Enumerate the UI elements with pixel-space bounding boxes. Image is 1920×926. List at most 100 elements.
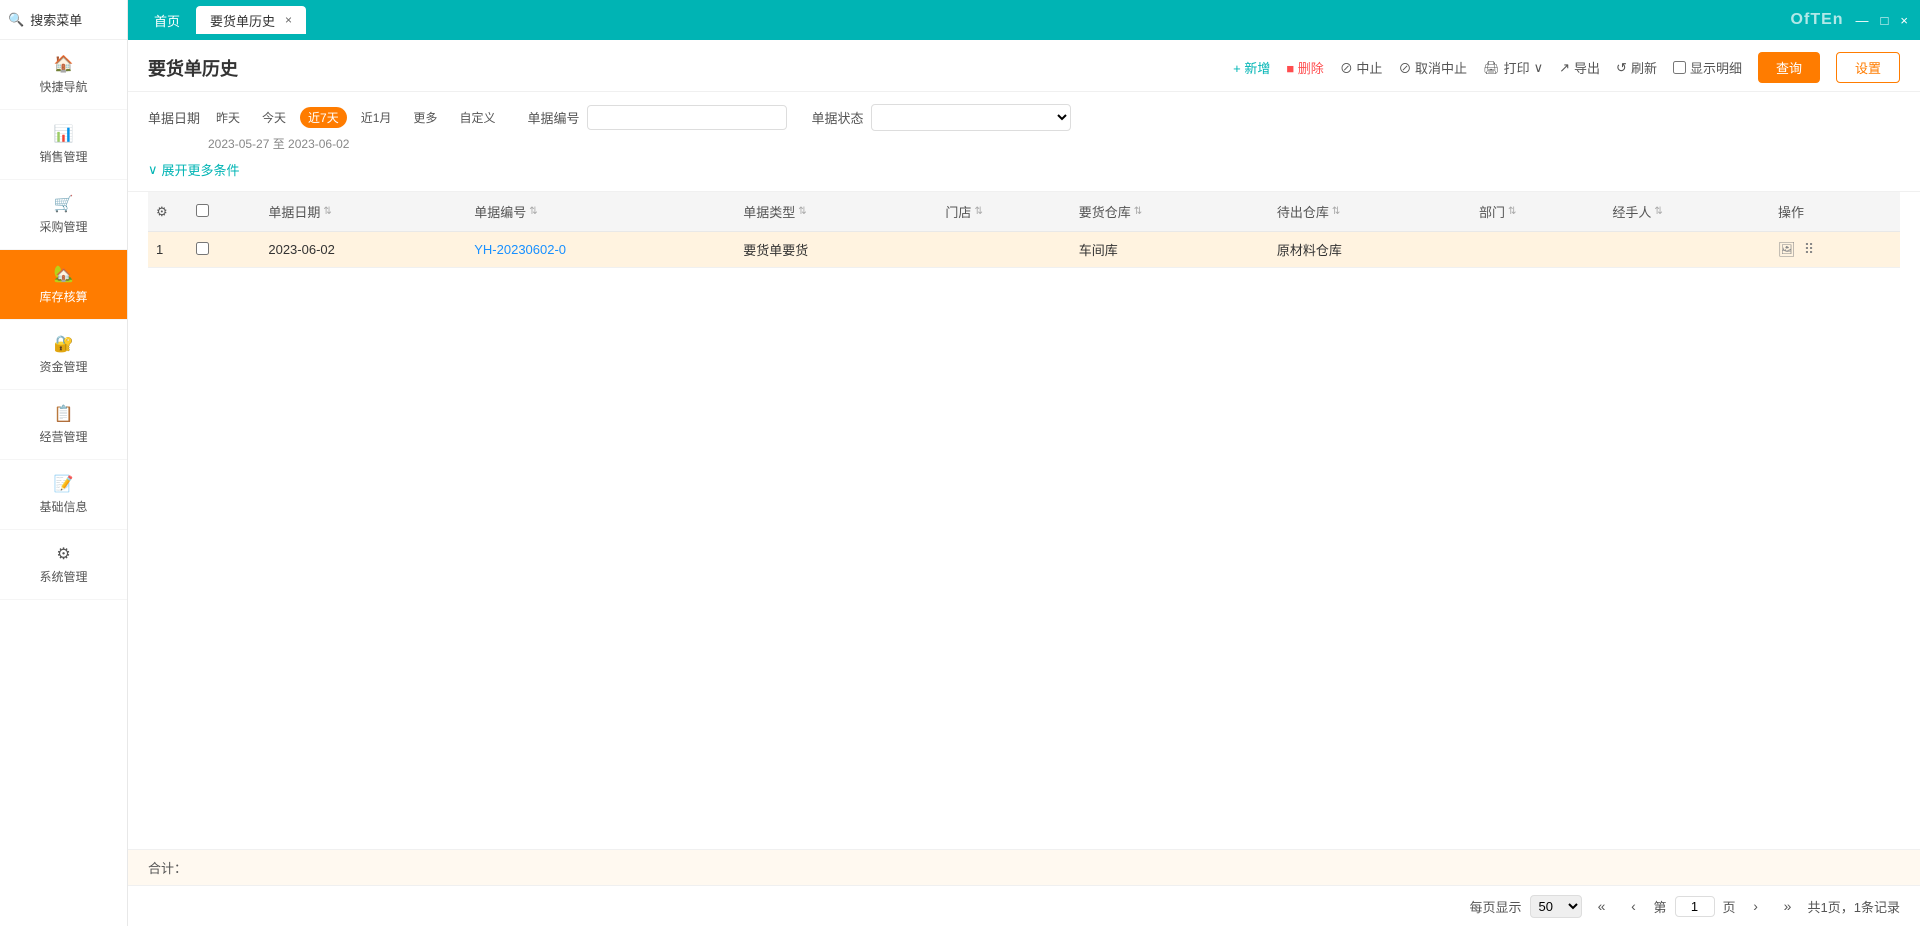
data-table: ⚙ 单据日期⇅ 单据编号⇅ 单据类型⇅ 门店⇅ [148, 192, 1900, 268]
content-area: 要货单历史 + 新增 ■ 删除 ⊘ 中止 ⊘ 取消中止 🖨 打印 ∨ ↗ 导出 … [128, 40, 1920, 926]
sidebar-item-label: 销售管理 [39, 148, 87, 165]
order-no-link[interactable]: YH-20230602-0 [474, 242, 566, 257]
print-label: 打印 [1504, 58, 1530, 77]
filter-row: 单据日期 昨天 今天 近7天 近1月 更多 自定义 单据编号 单据状态 [148, 104, 1900, 131]
date-filter-label: 单据日期 [148, 108, 200, 127]
page-header: 要货单历史 + 新增 ■ 删除 ⊘ 中止 ⊘ 取消中止 🖨 打印 ∨ ↗ 导出 … [128, 40, 1920, 92]
sidebar-search[interactable]: 🔍 搜索菜单 [0, 0, 127, 40]
th-handler[interactable]: 经手人⇅ [1604, 192, 1770, 232]
cancel-stop-button[interactable]: ⊘ 取消中止 [1398, 58, 1467, 77]
table-body: 1 2023-06-02 YH-20230602-0 要货单要货 车间库 原材料… [148, 232, 1900, 268]
th-dept[interactable]: 部门⇅ [1471, 192, 1604, 232]
expand-more-btn[interactable]: ∨ 展开更多条件 [148, 160, 1900, 179]
chart-icon: 📊 [54, 124, 74, 144]
topbar-right: OfTEn — □ × [1791, 11, 1908, 29]
gear-icon: ⚙ [54, 544, 74, 564]
row-checkbox[interactable] [196, 242, 209, 255]
th-type[interactable]: 单据类型⇅ [735, 192, 937, 232]
th-action: 操作 [1770, 192, 1900, 232]
table-container: ⚙ 单据日期⇅ 单据编号⇅ 单据类型⇅ 门店⇅ [128, 192, 1920, 849]
brand-label: OfTEn [1791, 11, 1844, 29]
sidebar-item-label: 基础信息 [39, 498, 87, 515]
stop-button[interactable]: ⊘ 中止 [1340, 58, 1383, 77]
page-size-select[interactable]: 10 20 50 100 [1530, 895, 1582, 918]
display-detail-checkbox[interactable] [1673, 61, 1686, 74]
cell-pending-warehouse: 原材料仓库 [1269, 232, 1471, 268]
cell-type: 要货单要货 [735, 232, 937, 268]
sidebar-item-inventory[interactable]: 🏡 库存核算 [0, 250, 127, 320]
sidebar-item-operations[interactable]: 📋 经营管理 [0, 390, 127, 460]
date-btn-1month[interactable]: 近1月 [353, 107, 400, 128]
lock-icon: 🔐 [54, 334, 74, 354]
add-button[interactable]: + 新增 [1233, 58, 1270, 77]
window-close-btn[interactable]: × [1900, 13, 1908, 28]
refresh-label: 刷新 [1631, 58, 1657, 77]
sidebar-item-quick-nav[interactable]: 🏠 快捷导航 [0, 40, 127, 110]
first-page-btn[interactable]: « [1590, 894, 1614, 918]
total-info: 共1页，1条记录 [1808, 897, 1900, 916]
date-btn-7days[interactable]: 近7天 [300, 107, 347, 128]
clipboard-icon: 📋 [54, 404, 74, 424]
tab-active[interactable]: 要货单历史 × [196, 6, 306, 34]
date-range-text: 2023-05-27 至 2023-06-02 [208, 135, 1900, 152]
tab-active-label: 要货单历史 [210, 11, 275, 30]
th-order-no[interactable]: 单据编号⇅ [466, 192, 735, 232]
date-btn-custom[interactable]: 自定义 [451, 107, 503, 128]
tab-home[interactable]: 首页 [140, 6, 194, 34]
select-all-checkbox[interactable] [196, 204, 209, 217]
print-button[interactable]: 🖨 打印 ∨ [1483, 58, 1543, 77]
sidebar-item-finance[interactable]: 🔐 资金管理 [0, 320, 127, 390]
tab-close-icon[interactable]: × [285, 13, 292, 27]
sidebar-item-sales[interactable]: 📊 销售管理 [0, 110, 127, 180]
th-settings[interactable]: ⚙ [148, 192, 188, 232]
window-minimize-btn[interactable]: — [1856, 13, 1869, 28]
th-req-warehouse[interactable]: 要货仓库⇅ [1071, 192, 1269, 232]
export-icon: ↗ [1559, 60, 1570, 76]
status-select[interactable] [871, 104, 1071, 131]
th-pending-warehouse[interactable]: 待出仓库⇅ [1269, 192, 1471, 232]
cell-date: 2023-06-02 [260, 232, 466, 268]
cell-checkbox[interactable] [188, 232, 260, 268]
sidebar-item-label: 经营管理 [39, 428, 87, 445]
date-btn-today[interactable]: 今天 [254, 107, 294, 128]
doc-icon: 📝 [54, 474, 74, 494]
date-btn-yesterday[interactable]: 昨天 [208, 107, 248, 128]
pagination: 每页显示 10 20 50 100 « ‹ 第 页 › » 共1页，1条记录 [128, 885, 1920, 926]
export-button[interactable]: ↗ 导出 [1559, 58, 1600, 77]
total-label: 合计： [148, 861, 187, 876]
table-footer: 合计： [128, 849, 1920, 885]
date-range-options: 昨天 今天 近7天 近1月 更多 自定义 [208, 107, 503, 128]
cell-index: 1 [148, 232, 188, 268]
window-maximize-btn[interactable]: □ [1881, 13, 1889, 28]
display-toggle[interactable]: 显示明细 [1673, 58, 1742, 77]
prev-page-btn[interactable]: ‹ [1622, 894, 1646, 918]
refresh-icon: ↺ [1616, 60, 1627, 76]
next-page-btn[interactable]: › [1744, 894, 1768, 918]
page-number-input[interactable] [1675, 896, 1715, 917]
setting-button[interactable]: 设置 [1836, 52, 1900, 83]
sidebar-item-purchase[interactable]: 🛒 采购管理 [0, 180, 127, 250]
date-btn-more[interactable]: 更多 [405, 107, 445, 128]
th-date[interactable]: 单据日期⇅ [260, 192, 466, 232]
print-dropdown-icon[interactable]: ∨ [1534, 60, 1544, 76]
print-icon: 🖨 [1483, 60, 1500, 76]
topbar: 首页 要货单历史 × OfTEn — □ × [128, 0, 1920, 40]
query-button[interactable]: 查询 [1758, 52, 1820, 83]
th-store[interactable]: 门店⇅ [937, 192, 1070, 232]
table-header-row: ⚙ 单据日期⇅ 单据编号⇅ 单据类型⇅ 门店⇅ [148, 192, 1900, 232]
more-action-icon[interactable]: ⠿ [1804, 241, 1814, 258]
table-row: 1 2023-06-02 YH-20230602-0 要货单要货 车间库 原材料… [148, 232, 1900, 268]
toolbar: + 新增 ■ 删除 ⊘ 中止 ⊘ 取消中止 🖨 打印 ∨ ↗ 导出 ↺ 刷新 [1233, 52, 1900, 83]
last-page-btn[interactable]: » [1776, 894, 1800, 918]
search-icon: 🔍 [8, 12, 24, 28]
sidebar-item-system[interactable]: ⚙ 系统管理 [0, 530, 127, 600]
sidebar-item-basic[interactable]: 📝 基础信息 [0, 460, 127, 530]
tab-home-label: 首页 [154, 11, 180, 30]
view-action-icon[interactable]: 🖼 [1778, 241, 1796, 258]
order-no-label: 单据编号 [527, 108, 579, 127]
cell-store [937, 232, 1070, 268]
sidebar-item-label: 资金管理 [39, 358, 87, 375]
delete-button[interactable]: ■ 删除 [1286, 58, 1323, 77]
order-no-input[interactable] [587, 105, 787, 130]
refresh-button[interactable]: ↺ 刷新 [1616, 58, 1657, 77]
